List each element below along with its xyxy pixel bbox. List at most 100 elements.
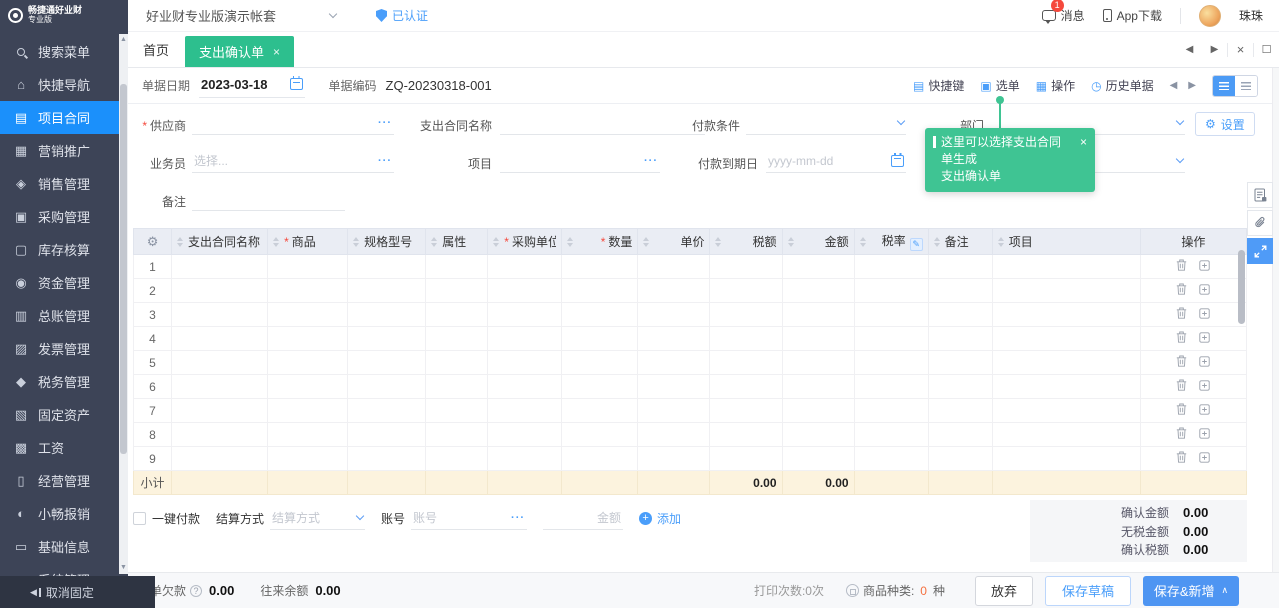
tab-expense-confirmation[interactable]: 支出确认单 × <box>185 36 295 67</box>
delete-row-icon[interactable] <box>1176 355 1187 370</box>
table-cell[interactable] <box>781 326 855 351</box>
scroll-down-icon[interactable]: ▼ <box>119 562 128 574</box>
sidebar-item-home[interactable]: ⌂ 快捷导航 <box>0 68 128 101</box>
payment-terms-field[interactable] <box>746 111 906 135</box>
table-cell[interactable] <box>487 302 563 327</box>
history-documents-button[interactable]: ◷ 历史单据 <box>1091 77 1154 94</box>
table-cell[interactable] <box>425 350 489 375</box>
sidebar-item-gift[interactable]: ▦ 营销推广 <box>0 134 128 167</box>
table-cell[interactable] <box>425 398 489 423</box>
insert-row-icon[interactable] <box>1199 452 1211 466</box>
sidebar-scrollbar[interactable]: ▲ ▼ <box>119 34 128 574</box>
chevron-down-icon[interactable] <box>355 511 365 521</box>
table-scroll-thumb[interactable] <box>1238 250 1245 324</box>
table-cell[interactable] <box>637 254 711 279</box>
sidebar-item-purchase[interactable]: ▣ 采购管理 <box>0 200 128 233</box>
table-cell[interactable] <box>991 350 1141 375</box>
table-cell[interactable] <box>709 398 783 423</box>
column-header[interactable]: 属性 <box>425 228 489 255</box>
chevron-down-icon[interactable] <box>1175 154 1185 164</box>
sidebar-item-funds[interactable]: ◉ 资金管理 <box>0 266 128 299</box>
save-and-new-button[interactable]: 保存&新增 ∧ <box>1143 575 1239 606</box>
next-doc-icon[interactable]: ▶ <box>1188 80 1196 91</box>
table-cell[interactable] <box>425 254 489 279</box>
table-cell[interactable] <box>561 350 639 375</box>
table-cell[interactable] <box>709 422 783 447</box>
column-header[interactable]: * 数量 <box>561 228 639 255</box>
table-cell[interactable] <box>637 398 711 423</box>
sort-icon[interactable] <box>859 236 866 247</box>
table-cell[interactable] <box>709 374 783 399</box>
sort-icon[interactable] <box>997 236 1004 247</box>
table-cell[interactable] <box>561 422 639 447</box>
table-cell[interactable] <box>709 302 783 327</box>
table-cell[interactable] <box>927 422 993 447</box>
table-cell[interactable] <box>709 350 783 375</box>
column-header[interactable]: 税率 ✎ <box>853 228 929 255</box>
doc-date-field[interactable]: 2023-03-18 <box>199 74 305 98</box>
sidebar-item-payroll[interactable]: ▩ 工资 <box>0 431 128 464</box>
table-cell[interactable] <box>347 422 427 447</box>
column-header[interactable]: 金额 <box>781 228 855 255</box>
calendar-icon[interactable] <box>289 76 303 90</box>
column-header[interactable]: 规格型号 <box>347 228 427 255</box>
table-cell[interactable] <box>781 350 855 375</box>
sidebar-item-invoice[interactable]: ▨ 发票管理 <box>0 332 128 365</box>
insert-row-icon[interactable] <box>1199 380 1211 394</box>
table-cell[interactable] <box>637 278 711 303</box>
tab-scroll-right-icon[interactable]: ▶ <box>1202 32 1227 67</box>
edit-tax-rate-icon[interactable]: ✎ <box>909 238 923 251</box>
table-cell[interactable] <box>637 326 711 351</box>
column-header[interactable]: 单价 <box>637 228 711 255</box>
delete-row-icon[interactable] <box>1176 259 1187 274</box>
table-cell[interactable] <box>425 278 489 303</box>
tab-scroll-left-icon[interactable]: ◀ <box>1177 32 1202 67</box>
table-cell[interactable] <box>267 302 349 327</box>
table-cell[interactable] <box>171 278 269 303</box>
table-cell[interactable] <box>267 446 349 471</box>
table-cell[interactable] <box>171 422 269 447</box>
table-settings-gear-icon[interactable]: ⚙ <box>132 228 173 255</box>
table-cell[interactable] <box>347 326 427 351</box>
table-cell[interactable] <box>561 254 639 279</box>
select-order-button[interactable]: ▣ 选单 <box>980 77 1020 135</box>
add-payment-button[interactable]: + 添加 <box>639 510 681 527</box>
table-cell[interactable] <box>927 278 993 303</box>
table-cell[interactable] <box>561 302 639 327</box>
table-cell[interactable] <box>267 350 349 375</box>
list-view-button[interactable] <box>1213 75 1235 96</box>
sort-icon[interactable] <box>431 236 438 247</box>
tab-close-icon[interactable]: × <box>273 45 280 59</box>
expand-button[interactable] <box>1247 238 1273 264</box>
column-header[interactable]: 项目 <box>991 228 1141 255</box>
table-cell[interactable] <box>991 446 1141 471</box>
table-cell[interactable] <box>487 446 563 471</box>
table-cell[interactable] <box>171 350 269 375</box>
shortcut-keys-button[interactable]: ▤ 快捷键 <box>913 77 964 94</box>
table-cell[interactable] <box>927 254 993 279</box>
sidebar-item-contract[interactable]: ▤ 项目合同 <box>0 101 128 134</box>
table-cell[interactable] <box>171 302 269 327</box>
sidebar-item-reimburse[interactable]: ◐ 小畅报销 <box>0 497 128 530</box>
sort-icon[interactable] <box>643 236 650 247</box>
sidebar-item-tax[interactable]: ◆ 税务管理 <box>0 365 128 398</box>
column-header[interactable]: * 商品 <box>267 228 349 255</box>
table-cell[interactable] <box>637 350 711 375</box>
table-cell[interactable] <box>853 302 929 327</box>
form-view-button[interactable] <box>1235 75 1257 96</box>
table-cell[interactable] <box>927 350 993 375</box>
table-cell[interactable] <box>927 374 993 399</box>
table-cell[interactable] <box>171 326 269 351</box>
draft-note-button[interactable] <box>1247 182 1273 208</box>
insert-row-icon[interactable] <box>1199 332 1211 346</box>
amount-field[interactable] <box>543 506 624 530</box>
unpin-sidebar-button[interactable]: ◀ 取消固定 <box>0 576 155 608</box>
scroll-up-icon[interactable]: ▲ <box>119 34 128 46</box>
table-cell[interactable] <box>927 326 993 351</box>
sidebar-item-ledger[interactable]: ▥ 总账管理 <box>0 299 128 332</box>
abandon-button[interactable]: 放弃 <box>975 575 1033 606</box>
table-cell[interactable] <box>709 278 783 303</box>
table-cell[interactable] <box>487 326 563 351</box>
chevron-down-icon[interactable] <box>896 116 906 126</box>
table-cell[interactable] <box>347 254 427 279</box>
